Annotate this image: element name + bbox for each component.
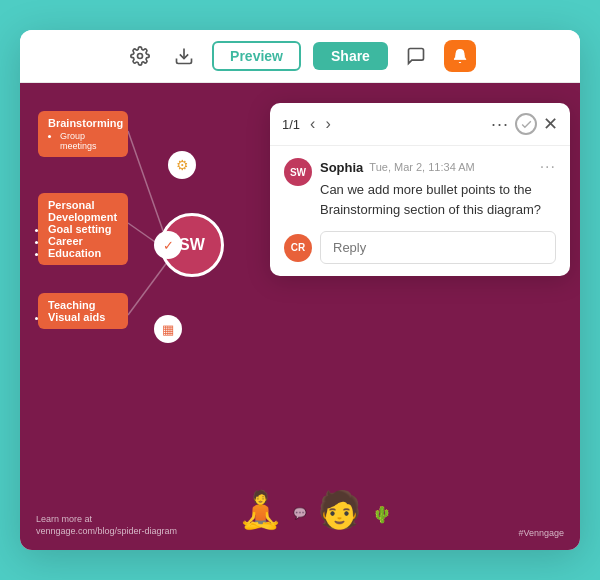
- comment-text: Can we add more bullet points to the Bra…: [320, 180, 556, 219]
- reply-input[interactable]: [320, 231, 556, 264]
- grid-small-icon: ▦: [154, 315, 182, 343]
- author-avatar: SW: [284, 158, 312, 186]
- comment-meta: Sophia Tue, Mar 2, 11:34 AM ···: [320, 158, 556, 176]
- toolbar: Preview Share: [20, 30, 580, 83]
- resolve-button[interactable]: [515, 113, 537, 135]
- popup-more-icon[interactable]: ···: [491, 115, 509, 133]
- comment-author: Sophia: [320, 160, 363, 175]
- comment-popup: 1/1 ‹ › ··· ✕ SW Sophia: [270, 103, 570, 276]
- check-small-icon: ✓: [154, 231, 182, 259]
- popup-body: SW Sophia Tue, Mar 2, 11:34 AM ··· Can w…: [270, 146, 570, 276]
- download-icon[interactable]: [168, 40, 200, 72]
- comment-options-icon[interactable]: ···: [540, 158, 556, 176]
- comment-icon[interactable]: [400, 40, 432, 72]
- notification-bell-icon[interactable]: [444, 40, 476, 72]
- comment-row: SW Sophia Tue, Mar 2, 11:34 AM ··· Can w…: [284, 158, 556, 219]
- reply-avatar: CR: [284, 234, 312, 262]
- svg-line-4: [128, 261, 168, 315]
- illustration: 🧘 💬 🧑 🌵: [238, 492, 392, 528]
- reply-row: CR: [284, 231, 556, 264]
- bottom-url: Learn more at venngage.com/blog/spider-d…: [36, 513, 177, 538]
- comment-content: Sophia Tue, Mar 2, 11:34 AM ··· Can we a…: [320, 158, 556, 219]
- close-popup-button[interactable]: ✕: [543, 115, 558, 133]
- next-comment-button[interactable]: ›: [323, 116, 332, 132]
- canvas-area: Brainstorming Group meetings Personal De…: [20, 83, 580, 550]
- bottom-tag: #Venngage: [518, 528, 564, 538]
- popup-header: 1/1 ‹ › ··· ✕: [270, 103, 570, 146]
- teaching-node: Teaching Visual aids: [38, 293, 128, 329]
- personal-development-node: Personal Development Goal setting Career…: [38, 193, 128, 265]
- svg-line-2: [128, 131, 168, 245]
- comment-counter: 1/1: [282, 117, 300, 132]
- settings-icon[interactable]: [124, 40, 156, 72]
- preview-button[interactable]: Preview: [212, 41, 301, 71]
- svg-point-0: [138, 54, 143, 59]
- share-button[interactable]: Share: [313, 42, 388, 70]
- brainstorm-node: Brainstorming Group meetings: [38, 111, 128, 157]
- gear-small-icon: ⚙: [168, 151, 196, 179]
- comment-timestamp: Tue, Mar 2, 11:34 AM: [369, 161, 474, 173]
- prev-comment-button[interactable]: ‹: [308, 116, 317, 132]
- app-window: Preview Share Brainstorming: [20, 30, 580, 550]
